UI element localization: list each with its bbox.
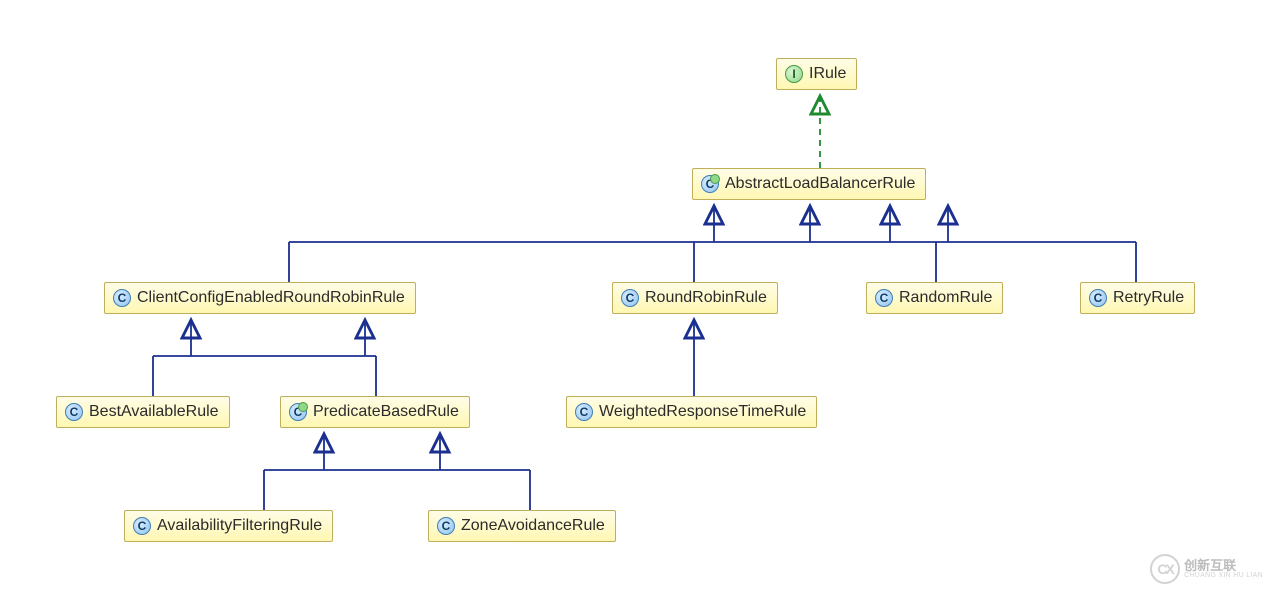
- class-icon: C: [65, 403, 83, 421]
- diagram-canvas: I IRule C AbstractLoadBalancerRule C Cli…: [0, 0, 1271, 592]
- node-bestavailablerule: C BestAvailableRule: [56, 396, 230, 428]
- node-label: AvailabilityFilteringRule: [157, 517, 322, 535]
- class-icon: C: [875, 289, 893, 307]
- node-irule: I IRule: [776, 58, 857, 90]
- node-label: WeightedResponseTimeRule: [599, 403, 806, 421]
- abstract-class-icon: C: [701, 175, 719, 193]
- node-label: RandomRule: [899, 289, 992, 307]
- node-label: BestAvailableRule: [89, 403, 219, 421]
- node-weightedresponsetimerule: C WeightedResponseTimeRule: [566, 396, 817, 428]
- class-icon: C: [133, 517, 151, 535]
- watermark-text-pinyin: CHUANG XIN HU LIAN: [1184, 572, 1263, 579]
- node-label: AbstractLoadBalancerRule: [725, 175, 915, 193]
- class-icon: C: [1089, 289, 1107, 307]
- node-clientconfigenabledroundrobinrule: C ClientConfigEnabledRoundRobinRule: [104, 282, 416, 314]
- node-predicatebasedrule: C PredicateBasedRule: [280, 396, 470, 428]
- node-label: ClientConfigEnabledRoundRobinRule: [137, 289, 405, 307]
- node-label: IRule: [809, 65, 846, 83]
- node-label: ZoneAvoidanceRule: [461, 517, 605, 535]
- node-zoneavoidancerule: C ZoneAvoidanceRule: [428, 510, 616, 542]
- class-icon: C: [621, 289, 639, 307]
- abstract-class-icon: C: [289, 403, 307, 421]
- node-availabilityfilteringrule: C AvailabilityFilteringRule: [124, 510, 333, 542]
- class-icon: C: [113, 289, 131, 307]
- interface-icon: I: [785, 65, 803, 83]
- node-label: PredicateBasedRule: [313, 403, 459, 421]
- watermark-text-cn: 创新互联: [1184, 559, 1263, 572]
- node-roundrobinrule: C RoundRobinRule: [612, 282, 778, 314]
- node-label: RetryRule: [1113, 289, 1184, 307]
- node-abstractloadbalancerrule: C AbstractLoadBalancerRule: [692, 168, 926, 200]
- node-randomrule: C RandomRule: [866, 282, 1003, 314]
- class-icon: C: [437, 517, 455, 535]
- watermark-logo-icon: CX: [1150, 554, 1180, 584]
- watermark: CX 创新互联 CHUANG XIN HU LIAN: [1150, 554, 1263, 584]
- node-retryrule: C RetryRule: [1080, 282, 1195, 314]
- node-label: RoundRobinRule: [645, 289, 767, 307]
- class-icon: C: [575, 403, 593, 421]
